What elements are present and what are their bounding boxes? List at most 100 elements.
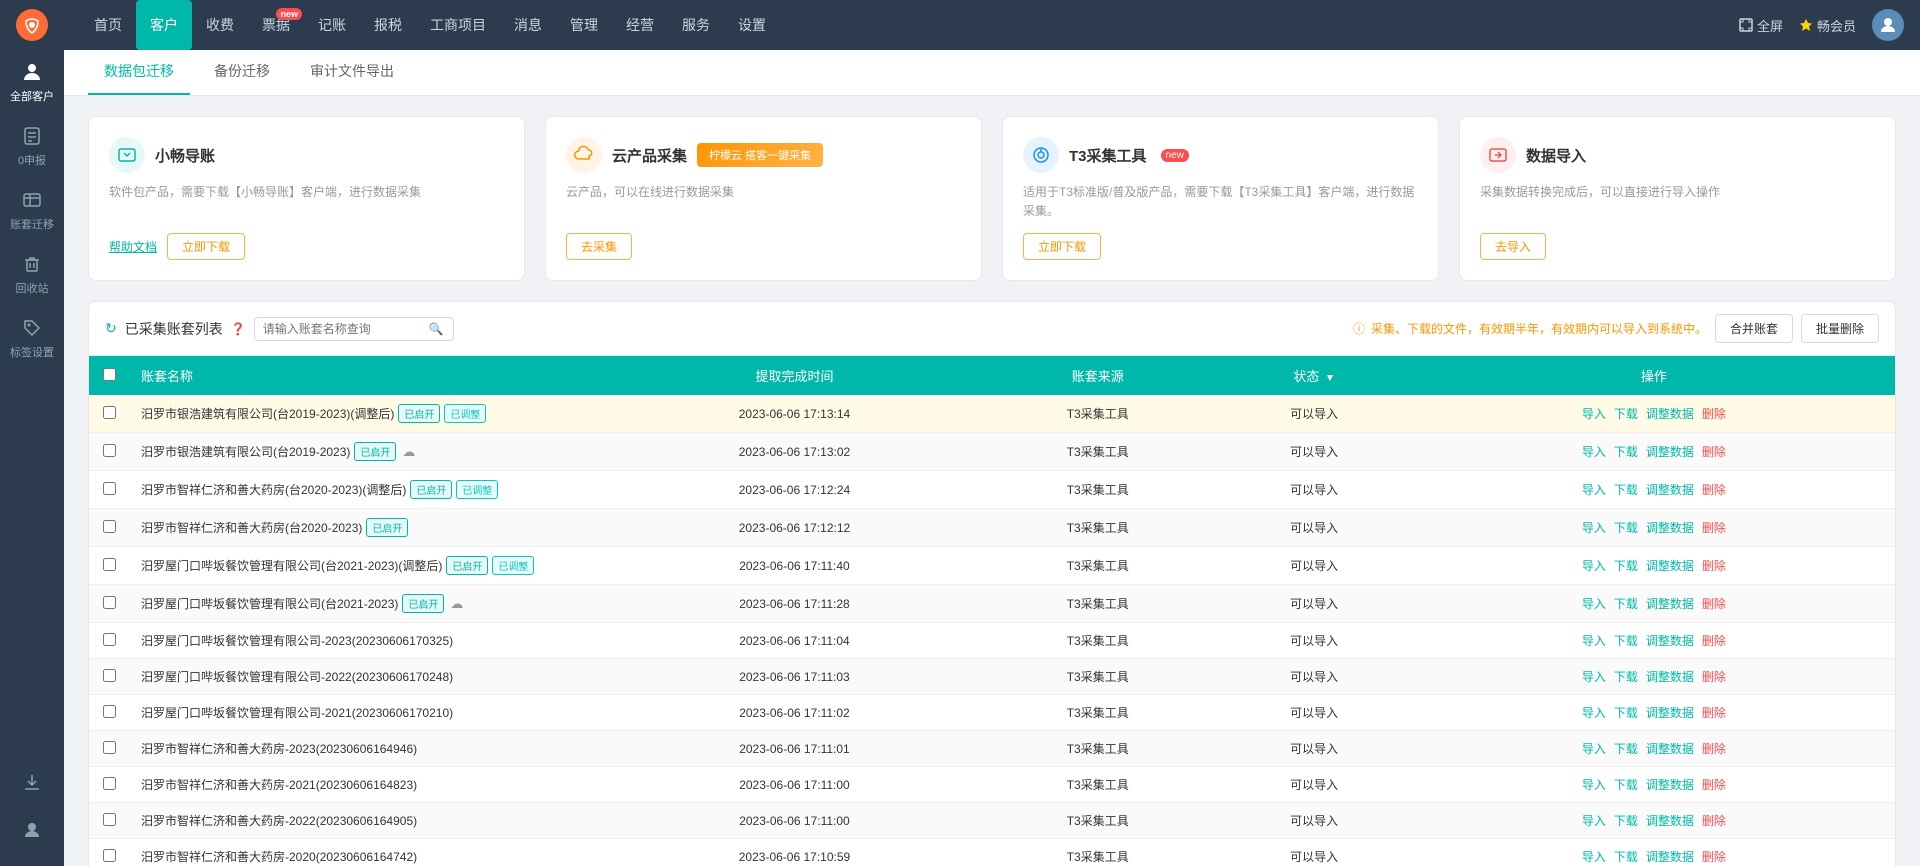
action-删除[interactable]: 删除 [1702,445,1726,459]
action-删除[interactable]: 删除 [1702,670,1726,684]
action-导入[interactable]: 导入 [1582,850,1606,864]
row-checkbox[interactable] [103,705,116,718]
app-logo[interactable] [0,0,64,50]
nav-operation[interactable]: 经营 [612,0,668,50]
nav-tax[interactable]: 报税 [360,0,416,50]
xiaochang-download-btn[interactable]: 立即下载 [167,233,245,260]
action-导入[interactable]: 导入 [1582,634,1606,648]
action-下载[interactable]: 下载 [1614,670,1638,684]
action-下载[interactable]: 下载 [1614,597,1638,611]
action-下载[interactable]: 下载 [1614,706,1638,720]
action-导入[interactable]: 导入 [1582,670,1606,684]
nav-clients[interactable]: 客户 [136,0,192,50]
action-导入[interactable]: 导入 [1582,407,1606,421]
nav-invoices[interactable]: 票据 new [248,0,304,50]
nav-accounting[interactable]: 记账 [304,0,360,50]
action-调整数据[interactable]: 调整数据 [1646,778,1694,792]
batch-delete-btn[interactable]: 批量删除 [1801,314,1879,343]
action-调整数据[interactable]: 调整数据 [1646,597,1694,611]
action-下载[interactable]: 下载 [1614,445,1638,459]
action-导入[interactable]: 导入 [1582,742,1606,756]
select-all-checkbox[interactable] [103,368,116,381]
action-删除[interactable]: 删除 [1702,407,1726,421]
action-调整数据[interactable]: 调整数据 [1646,634,1694,648]
action-调整数据[interactable]: 调整数据 [1646,521,1694,535]
action-下载[interactable]: 下载 [1614,483,1638,497]
member-btn[interactable]: 畅会员 [1799,16,1856,35]
action-调整数据[interactable]: 调整数据 [1646,407,1694,421]
fullscreen-btn[interactable]: 全屏 [1739,16,1783,35]
sidebar-item-recycle[interactable]: 回收站 [0,242,64,306]
tab-data-migration[interactable]: 数据包迁移 [88,50,190,95]
action-调整数据[interactable]: 调整数据 [1646,814,1694,828]
sidebar-item-user[interactable] [0,808,64,856]
action-删除[interactable]: 删除 [1702,634,1726,648]
action-下载[interactable]: 下载 [1614,814,1638,828]
nav-service[interactable]: 服务 [668,0,724,50]
nav-home[interactable]: 首页 [80,0,136,50]
cloud-collect-btn[interactable]: 去采集 [566,233,632,260]
row-checkbox[interactable] [103,596,116,609]
action-删除[interactable]: 删除 [1702,814,1726,828]
status-sort-icon[interactable]: ▼ [1325,373,1335,384]
action-删除[interactable]: 删除 [1702,597,1726,611]
xiaochang-help-link[interactable]: 帮助文档 [109,238,157,255]
sidebar-item-all-clients[interactable]: 全部客户 [0,50,64,114]
user-avatar[interactable] [1872,9,1904,41]
action-导入[interactable]: 导入 [1582,559,1606,573]
action-导入[interactable]: 导入 [1582,814,1606,828]
nav-settings[interactable]: 设置 [724,0,780,50]
nav-manage[interactable]: 管理 [556,0,612,50]
action-调整数据[interactable]: 调整数据 [1646,742,1694,756]
sidebar-item-zero-report[interactable]: 0申报 [0,114,64,178]
row-checkbox[interactable] [103,444,116,457]
action-下载[interactable]: 下载 [1614,407,1638,421]
nav-fees[interactable]: 收费 [192,0,248,50]
row-checkbox[interactable] [103,813,116,826]
action-导入[interactable]: 导入 [1582,706,1606,720]
search-input[interactable] [263,322,423,336]
cloud-badge-btn[interactable]: 柠檬云 搭客一键采集 [697,143,823,167]
action-导入[interactable]: 导入 [1582,445,1606,459]
action-导入[interactable]: 导入 [1582,483,1606,497]
row-checkbox[interactable] [103,669,116,682]
action-调整数据[interactable]: 调整数据 [1646,670,1694,684]
refresh-icon[interactable]: ↻ [105,320,117,337]
search-icon[interactable]: 🔍 [429,322,444,336]
row-checkbox[interactable] [103,849,116,862]
row-checkbox[interactable] [103,741,116,754]
merge-btn[interactable]: 合并账套 [1715,314,1793,343]
row-checkbox[interactable] [103,520,116,533]
action-导入[interactable]: 导入 [1582,778,1606,792]
action-下载[interactable]: 下载 [1614,634,1638,648]
help-icon[interactable]: ❓ [231,322,246,336]
action-调整数据[interactable]: 调整数据 [1646,850,1694,864]
action-调整数据[interactable]: 调整数据 [1646,706,1694,720]
nav-messages[interactable]: 消息 [500,0,556,50]
tab-audit-export[interactable]: 审计文件导出 [294,50,410,95]
action-调整数据[interactable]: 调整数据 [1646,445,1694,459]
row-checkbox[interactable] [103,406,116,419]
action-下载[interactable]: 下载 [1614,559,1638,573]
row-checkbox[interactable] [103,633,116,646]
tab-backup-migration[interactable]: 备份迁移 [198,50,286,95]
action-删除[interactable]: 删除 [1702,778,1726,792]
action-删除[interactable]: 删除 [1702,850,1726,864]
action-删除[interactable]: 删除 [1702,521,1726,535]
action-下载[interactable]: 下载 [1614,742,1638,756]
action-下载[interactable]: 下载 [1614,778,1638,792]
import-go-btn[interactable]: 去导入 [1480,233,1546,260]
action-调整数据[interactable]: 调整数据 [1646,559,1694,573]
row-checkbox[interactable] [103,482,116,495]
t3-download-btn[interactable]: 立即下载 [1023,233,1101,260]
action-删除[interactable]: 删除 [1702,483,1726,497]
sidebar-item-tag-settings[interactable]: 标签设置 [0,306,64,370]
action-调整数据[interactable]: 调整数据 [1646,483,1694,497]
row-checkbox[interactable] [103,558,116,571]
nav-business[interactable]: 工商项目 [416,0,500,50]
action-删除[interactable]: 删除 [1702,706,1726,720]
action-删除[interactable]: 删除 [1702,742,1726,756]
action-导入[interactable]: 导入 [1582,521,1606,535]
sidebar-item-account-migration[interactable]: 账套迁移 [0,178,64,242]
action-下载[interactable]: 下载 [1614,850,1638,864]
